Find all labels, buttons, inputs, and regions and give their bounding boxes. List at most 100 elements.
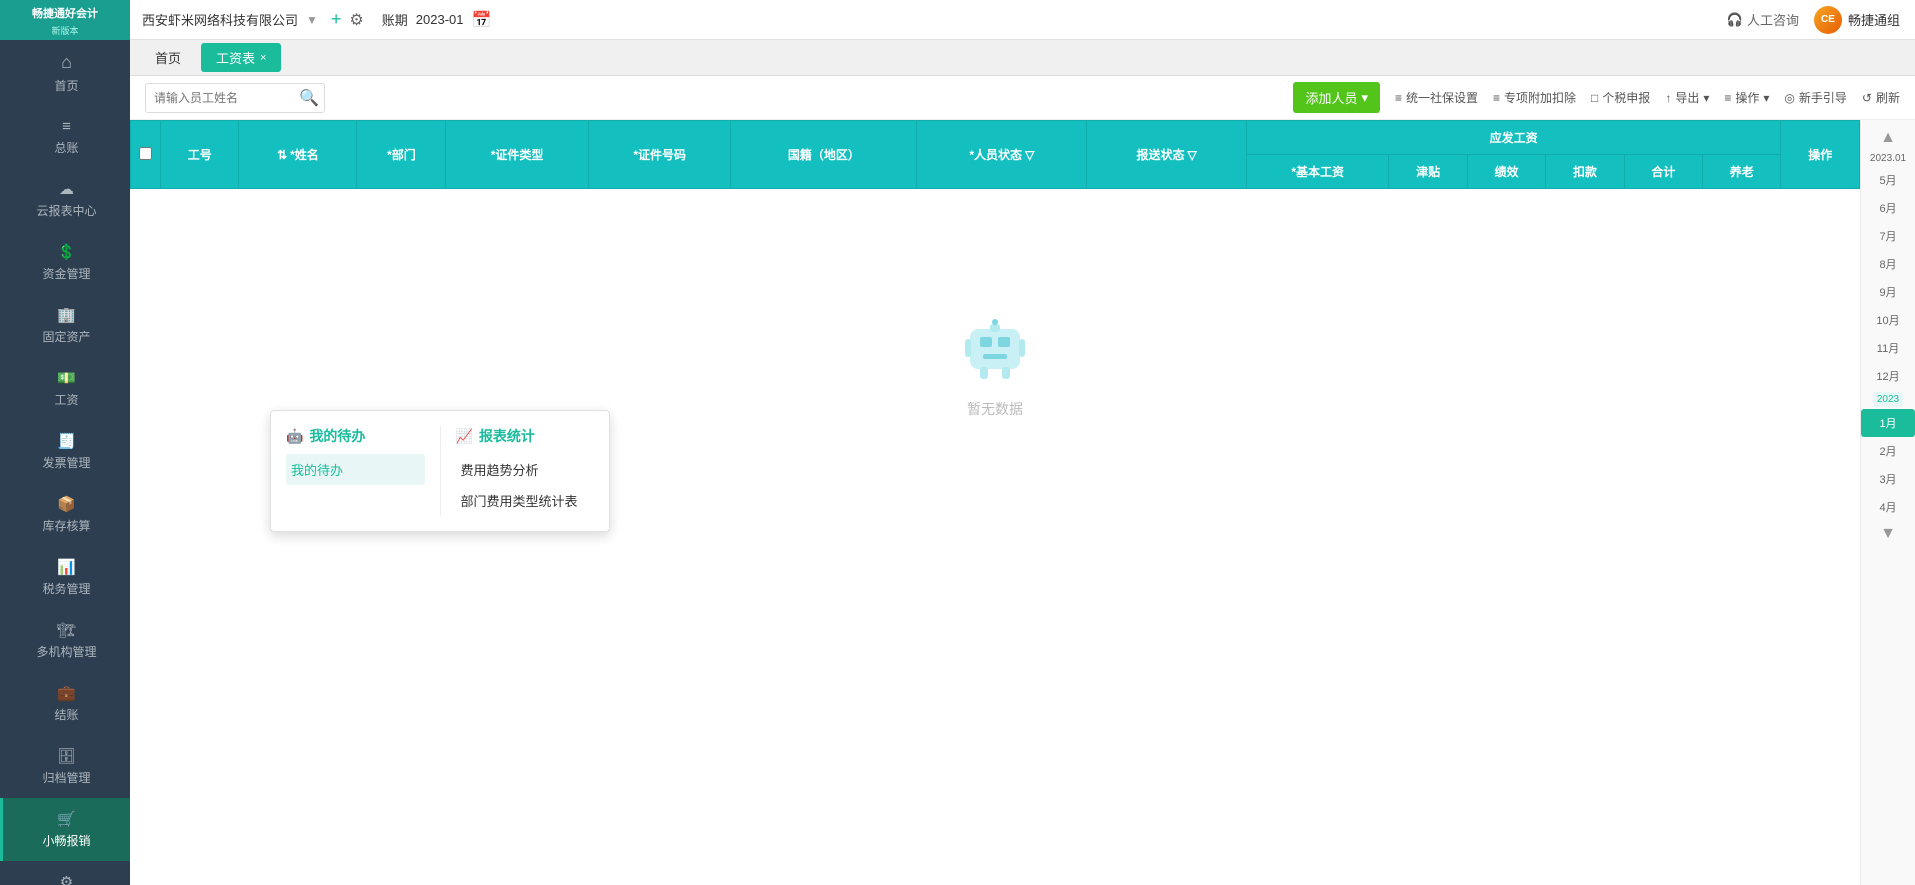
period-label: 账期 — [382, 10, 408, 29]
tax-report-icon: □ — [1591, 91, 1598, 105]
multi-org-icon: 🏗 — [57, 621, 76, 639]
add-person-dropdown-icon: ▾ — [1361, 90, 1368, 106]
select-all-checkbox[interactable] — [139, 147, 152, 160]
th-name[interactable]: ⇅ *姓名 — [239, 121, 357, 189]
sidebar-item-basic-settings[interactable]: ⚙ 基础设置 — [0, 861, 130, 885]
app-version: 新版本 — [51, 24, 78, 37]
refresh-btn[interactable]: ↺ 刷新 — [1862, 89, 1900, 106]
tax-report-btn[interactable]: □ 个税申报 — [1591, 89, 1650, 106]
sidebar-item-invoice-mgmt[interactable]: 🧾 发票管理 — [0, 420, 130, 483]
sidebar-item-settlement[interactable]: 💼 结账 — [0, 672, 130, 735]
assets-icon: 🏢 — [57, 306, 76, 324]
calendar-icon[interactable]: 📅 — [472, 10, 492, 30]
month-item-3[interactable]: 3月 — [1861, 465, 1915, 493]
popup-report-title-text: 报表统计 — [479, 426, 535, 446]
th-checkbox[interactable] — [131, 121, 161, 189]
sidebar-item-archive-mgmt[interactable]: 🗄 归档管理 — [0, 735, 130, 798]
th-salary-group: 应发工资 — [1246, 121, 1781, 155]
sidebar-item-label: 结账 — [54, 706, 78, 723]
sidebar-item-fixed-assets[interactable]: 🏢 固定资产 — [0, 294, 130, 357]
th-person-status[interactable]: *人员状态 ▽ — [917, 121, 1087, 189]
sidebar-item-label: 多机构管理 — [36, 643, 96, 660]
search-input[interactable] — [154, 91, 294, 105]
sidebar: ⌂ 首页 ≡ 总账 ☁ 云报表中心 💲 资金管理 🏢 固定资产 💵 工资 — [0, 40, 130, 885]
popup-todo-link[interactable]: 我的待办 — [286, 454, 425, 485]
tab-home[interactable]: 首页 — [140, 43, 196, 72]
sidebar-item-label: 发票管理 — [42, 454, 90, 471]
month-item-4[interactable]: 4月 — [1861, 493, 1915, 521]
month-item-9[interactable]: 9月 — [1861, 278, 1915, 306]
month-item-12[interactable]: 12月 — [1861, 362, 1915, 390]
month-nav-down[interactable]: ▼ — [1861, 521, 1915, 547]
th-name-sort-icon: ⇅ — [277, 148, 287, 162]
operations-icon: ≡ — [1724, 91, 1731, 105]
add-company-icon[interactable]: + — [331, 9, 342, 30]
sidebar-item-tax-mgmt[interactable]: 📊 税务管理 — [0, 546, 130, 609]
sidebar-item-salary[interactable]: 💵 工资 — [0, 357, 130, 420]
export-btn[interactable]: ↑ 导出 ▾ — [1665, 89, 1709, 106]
popup-cost-trend-link[interactable]: 费用趋势分析 — [456, 454, 595, 485]
year-header: 2023.01 — [1868, 151, 1908, 166]
search-box[interactable]: 🔍 — [145, 83, 325, 113]
period-value: 2023-01 — [416, 12, 464, 27]
month-item-11[interactable]: 11月 — [1861, 334, 1915, 362]
tab-salary[interactable]: 工资表 × — [201, 43, 281, 72]
th-deduction: 扣款 — [1546, 155, 1624, 189]
sidebar-item-cloud-report[interactable]: ☁ 云报表中心 — [0, 168, 130, 231]
avatar: CE — [1814, 6, 1842, 34]
sidebar-item-multi-org[interactable]: 🏗 多机构管理 — [0, 609, 130, 672]
sidebar-item-inventory[interactable]: 📦 库存核算 — [0, 483, 130, 546]
social-insurance-btn[interactable]: ≡ 统一社保设置 — [1395, 89, 1478, 106]
search-icon: 🔍 — [299, 88, 319, 108]
settlement-icon: 💼 — [57, 684, 76, 702]
empty-text: 暂无数据 — [967, 399, 1023, 419]
month-item-7[interactable]: 7月 — [1861, 222, 1915, 250]
sidebar-item-label: 云报表中心 — [36, 202, 96, 219]
month-item-1[interactable]: 1月 — [1861, 409, 1915, 437]
month-item-10[interactable]: 10月 — [1861, 306, 1915, 334]
th-nationality: 国籍（地区） — [731, 121, 917, 189]
tab-bar: 首页 工资表 × — [130, 40, 1915, 76]
popup-dept-cost-link[interactable]: 部门费用类型统计表 — [456, 485, 595, 516]
user-area[interactable]: CE 畅捷通组 — [1814, 6, 1900, 34]
new-guide-icon: ◎ — [1784, 91, 1794, 105]
service-button[interactable]: 🎧 人工咨询 — [1727, 10, 1799, 29]
toolbar: 🔍 添加人员 ▾ ≡ 统一社保设置 ≡ 专项附加扣除 — [130, 76, 1915, 120]
report-status-filter-icon[interactable]: ▽ — [1187, 148, 1196, 162]
month-item-6[interactable]: 6月 — [1861, 194, 1915, 222]
sidebar-item-label: 固定资产 — [42, 328, 90, 345]
sidebar-item-label: 工资 — [54, 391, 78, 408]
invoice-icon: 🧾 — [57, 432, 76, 450]
app-name: 畅捷通好会计 — [28, 3, 102, 23]
month-item-8[interactable]: 8月 — [1861, 250, 1915, 278]
th-allowance: 津贴 — [1389, 155, 1467, 189]
month-item-5[interactable]: 5月 — [1861, 166, 1915, 194]
ledger-icon: ≡ — [62, 118, 71, 135]
special-deduct-btn[interactable]: ≡ 专项附加扣除 — [1493, 89, 1576, 106]
company-dropdown-icon[interactable]: ▼ — [306, 13, 318, 27]
cloud-icon: ☁ — [59, 180, 74, 198]
month-item-2[interactable]: 2月 — [1861, 437, 1915, 465]
settings-icon[interactable]: ⚙ — [349, 10, 363, 30]
new-guide-btn[interactable]: ◎ 新手引导 — [1784, 89, 1847, 106]
person-status-filter-icon[interactable]: ▽ — [1025, 148, 1034, 162]
add-person-button[interactable]: 添加人员 ▾ — [1293, 82, 1380, 113]
th-employee-id: 工号 — [161, 121, 239, 189]
year-2023-label: 2023 — [1873, 392, 1903, 407]
tab-close-icon[interactable]: × — [260, 52, 266, 64]
th-pension: 养老 — [1703, 155, 1781, 189]
popup-col-report: 📈 报表统计 费用趋势分析 部门费用类型统计表 — [456, 426, 595, 516]
month-nav-up[interactable]: ▲ — [1861, 125, 1915, 151]
sidebar-item-fund-mgmt[interactable]: 💲 资金管理 — [0, 231, 130, 294]
sidebar-item-label: 资金管理 — [42, 265, 90, 282]
tax-report-label: 个税申报 — [1602, 89, 1650, 106]
tab-salary-label: 工资表 — [216, 48, 255, 67]
th-report-status[interactable]: 报送状态 ▽ — [1087, 121, 1247, 189]
sidebar-item-general-ledger[interactable]: ≡ 总账 — [0, 106, 130, 168]
popup-col-todo: 🤖 我的待办 我的待办 — [286, 426, 425, 516]
sidebar-item-xiao-chang-sales[interactable]: 🛒 小畅报销 — [0, 798, 130, 861]
operations-btn[interactable]: ≡ 操作 ▾ — [1724, 89, 1769, 106]
app-logo: 畅捷通好会计 新版本 — [0, 0, 130, 40]
th-basic-salary: *基本工资 — [1246, 155, 1389, 189]
sidebar-item-home[interactable]: ⌂ 首页 — [0, 40, 130, 106]
